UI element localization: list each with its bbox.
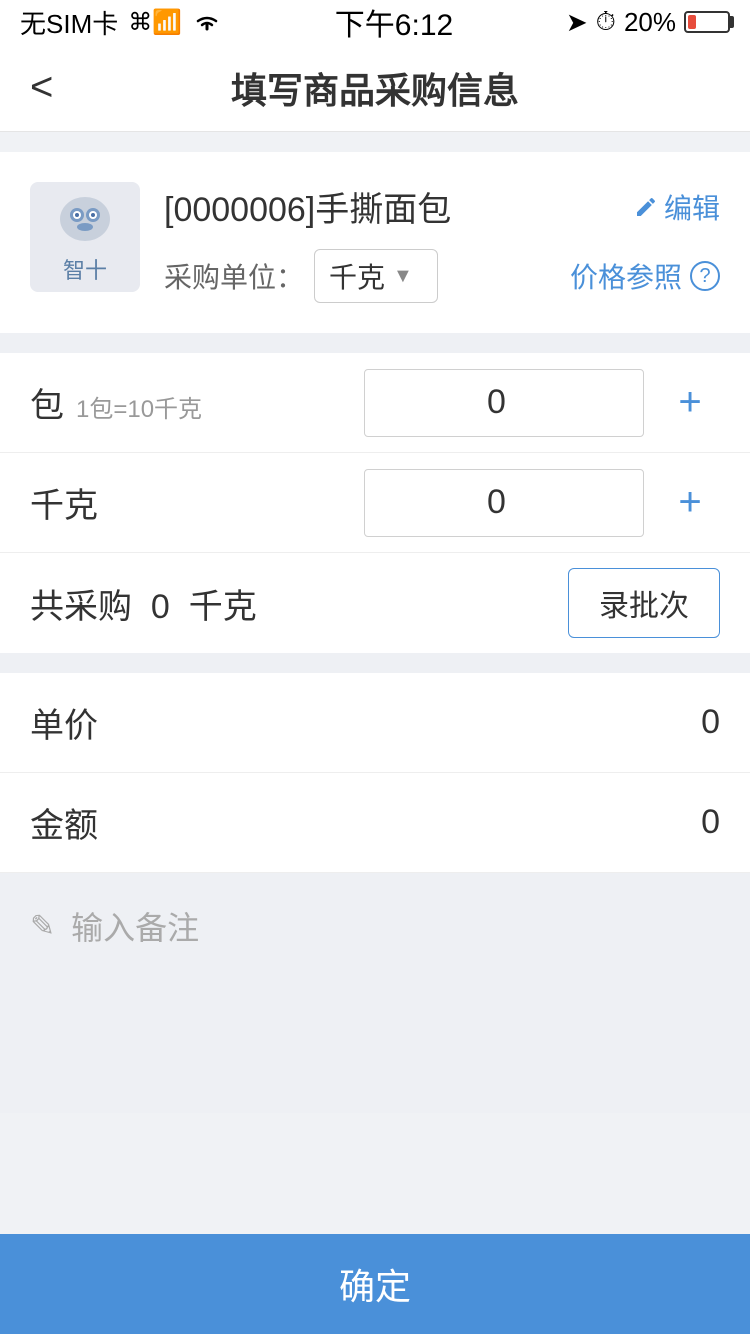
status-bar: 无SIM卡 ⌘📶 下午6:12 ➤ ⏱ 20%	[0, 0, 750, 44]
section-divider-1	[0, 333, 750, 353]
confirm-button[interactable]: 确定	[0, 1234, 750, 1334]
wifi-signal-icon	[192, 11, 222, 33]
total-amount: 0	[151, 588, 170, 626]
purchase-unit-row: 采购单位： 千克 ▼ 价格参照 ?	[164, 249, 720, 303]
battery-percent: 20%	[624, 7, 676, 38]
unit-select[interactable]: 千克 ▼	[314, 249, 438, 303]
price-row: 单价 0	[0, 673, 750, 773]
price-value: 0	[701, 703, 720, 742]
pack-input-right: +	[202, 369, 720, 437]
pack-input[interactable]	[364, 369, 644, 437]
total-prefix: 共采购	[30, 588, 132, 626]
product-info: [0000006]手撕面包 编辑 采购单位： 千克 ▼ 价格参照 ?	[164, 182, 720, 303]
kg-label: 千克	[30, 478, 130, 527]
price-label: 单价	[30, 698, 98, 747]
product-image: 智十	[30, 182, 140, 292]
status-right: ➤ ⏱ 20%	[566, 6, 730, 38]
battery-icon	[684, 11, 730, 33]
carrier-text: 无SIM卡	[20, 4, 118, 41]
total-row: 共采购 0 千克 录批次	[0, 553, 750, 653]
kg-input-right: +	[130, 469, 720, 537]
page-title: 填写商品采购信息	[231, 62, 519, 114]
alarm-icon: ⏱	[596, 6, 616, 38]
status-left: 无SIM卡 ⌘📶	[20, 4, 222, 41]
nav-bar: < 填写商品采购信息	[0, 44, 750, 132]
pack-sublabel: 1包=10千克	[76, 389, 202, 424]
amount-row: 金额 0	[0, 773, 750, 873]
product-logo-text: 智十	[63, 253, 107, 285]
edit-label: 编辑	[664, 187, 720, 227]
price-ref-label: 价格参照	[570, 256, 682, 296]
pack-label: 包 1包=10千克	[30, 378, 202, 427]
record-batch-button[interactable]: 录批次	[568, 568, 720, 638]
info-icon: ?	[690, 261, 720, 291]
remark-placeholder-row: ✎ 输入备注	[30, 903, 720, 949]
product-name: [0000006]手撕面包	[164, 182, 451, 231]
kg-input-row: 千克 +	[0, 453, 750, 553]
purchase-unit-label: 采购单位：	[164, 256, 304, 296]
back-button[interactable]: <	[30, 65, 53, 110]
amount-value: 0	[701, 803, 720, 842]
remark-area[interactable]: ✎ 输入备注	[0, 873, 750, 1113]
product-name-row: [0000006]手撕面包 编辑	[164, 182, 720, 231]
edit-icon	[634, 195, 658, 219]
status-time: 下午6:12	[335, 0, 453, 44]
wifi-icon: ⌘📶	[128, 8, 182, 37]
pencil-icon: ✎	[30, 909, 55, 944]
kg-plus-button[interactable]: +	[660, 473, 720, 533]
unit-value: 千克	[329, 256, 385, 296]
section-divider-2	[0, 653, 750, 673]
remark-placeholder-text: 输入备注	[71, 903, 199, 949]
product-card: 智十 [0000006]手撕面包 编辑 采购单位： 千克 ▼ 价格参照 ?	[0, 152, 750, 333]
chevron-down-icon: ▼	[393, 265, 413, 288]
location-icon: ➤	[566, 7, 588, 38]
total-text: 共采购 0 千克	[30, 579, 257, 628]
edit-button[interactable]: 编辑	[634, 187, 720, 227]
price-ref-button[interactable]: 价格参照 ?	[570, 256, 720, 296]
total-unit: 千克	[189, 588, 257, 626]
pack-input-row: 包 1包=10千克 +	[0, 353, 750, 453]
kg-input[interactable]	[364, 469, 644, 537]
amount-label: 金额	[30, 798, 98, 847]
pack-plus-button[interactable]: +	[660, 373, 720, 433]
